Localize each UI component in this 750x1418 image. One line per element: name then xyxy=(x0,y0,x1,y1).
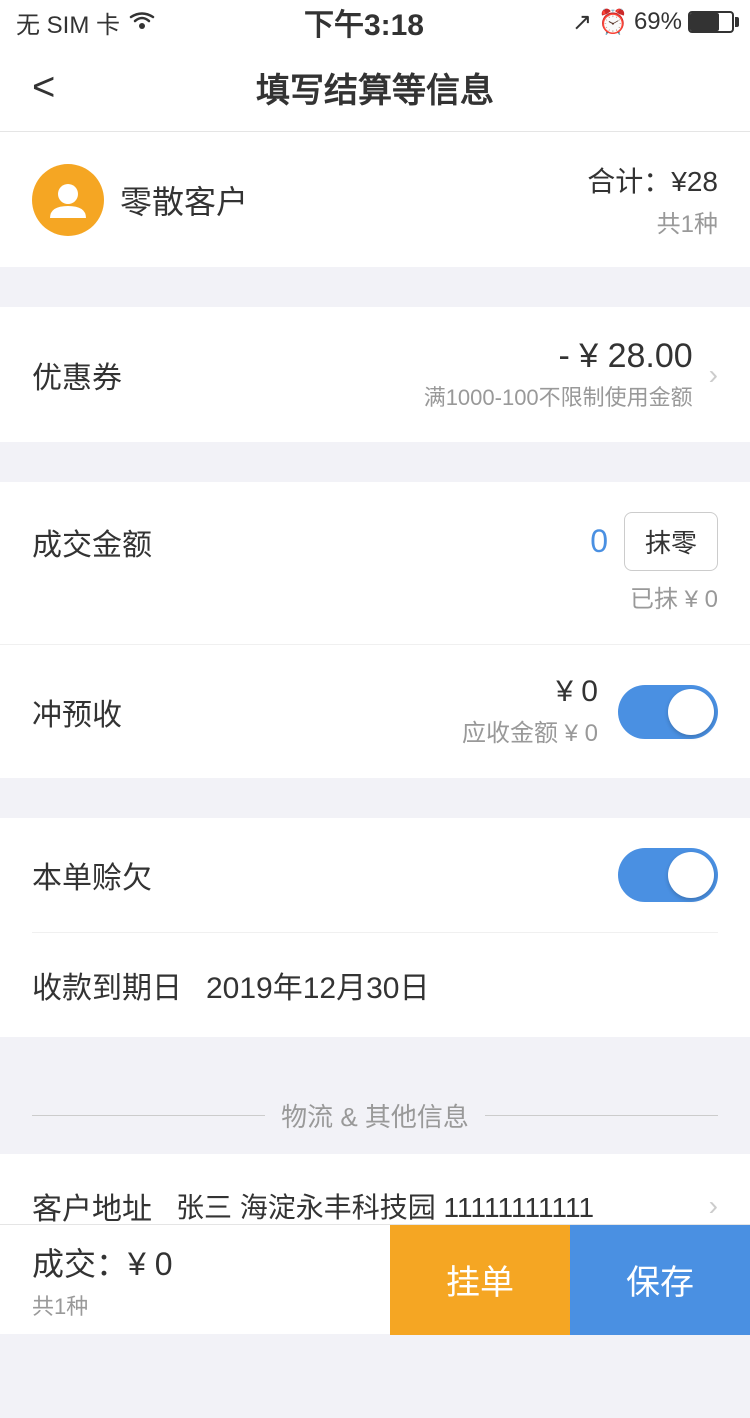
deal-amount-row: 成交金额 抹零 已抹 ¥ 0 xyxy=(0,482,750,645)
battery-icon xyxy=(688,11,734,33)
address-content: 张三 海淀永丰科技园 11111111111 xyxy=(176,1186,709,1226)
back-button[interactable]: < xyxy=(32,57,71,118)
header-line-left xyxy=(32,1115,265,1116)
she-qian-toggle[interactable] xyxy=(618,848,718,902)
chong-toggle[interactable] xyxy=(618,685,718,739)
chong-label: 冲预收 xyxy=(32,690,122,734)
bottom-deal-label: 成交： xyxy=(32,1246,128,1282)
status-bar: 无 SIM 卡 下午3:18 ↗ ⏰ 69% xyxy=(0,0,750,44)
save-button[interactable]: 保存 xyxy=(570,1225,750,1335)
customer-total: 合计：¥28 xyxy=(587,160,718,200)
customer-count: 共1种 xyxy=(587,204,718,239)
address-label: 客户地址 xyxy=(32,1184,152,1228)
status-time: 下午3:18 xyxy=(304,0,424,44)
coupon-card: 优惠券 - ¥ 28.00 满1000-100不限制使用金额 › xyxy=(0,307,750,442)
bottom-deal-value: ¥ 0 xyxy=(128,1246,172,1282)
she-qian-toggle-thumb xyxy=(668,852,714,898)
coupon-value-block: - ¥ 28.00 满1000-100不限制使用金额 xyxy=(424,337,693,412)
coupon-chevron: › xyxy=(709,359,718,391)
customer-card: 零散客户 合计：¥28 共1种 xyxy=(0,132,750,267)
due-date-row: 收款到期日 2019年12月30日 xyxy=(0,933,750,1037)
location-icon: ↗ xyxy=(572,8,592,37)
battery-percent: 69% xyxy=(634,8,682,36)
separator-2 xyxy=(0,462,750,482)
customer-avatar xyxy=(32,164,104,236)
wifi-icon xyxy=(128,8,156,37)
customer-name: 零散客户 xyxy=(120,177,248,223)
coupon-row[interactable]: 优惠券 - ¥ 28.00 满1000-100不限制使用金额 › xyxy=(0,307,750,442)
coupon-amount: - ¥ 28.00 xyxy=(424,337,693,376)
separator-1 xyxy=(0,287,750,307)
separator-4 xyxy=(0,1057,750,1077)
customer-right: 合计：¥28 共1种 xyxy=(587,160,718,239)
bottom-info: 成交：¥ 0 共1种 xyxy=(0,1239,390,1321)
erase-button[interactable]: 抹零 xyxy=(624,512,718,571)
customer-row: 零散客户 合计：¥28 共1种 xyxy=(0,132,750,267)
chong-amount: ¥ 0 xyxy=(462,675,598,709)
separator-3 xyxy=(0,798,750,818)
bottom-deal-text: 成交：¥ 0 xyxy=(32,1239,358,1285)
deal-amount-input[interactable] xyxy=(488,523,608,560)
coupon-right: - ¥ 28.00 满1000-100不限制使用金额 › xyxy=(424,337,718,412)
due-date-value: 2019年12月30日 xyxy=(206,963,429,1007)
chong-value-block: ¥ 0 应收金额 ¥ 0 xyxy=(462,675,598,748)
logistics-section-header: 物流 & 其他信息 xyxy=(0,1077,750,1154)
header-line-right xyxy=(485,1115,718,1116)
deal-amount-label: 成交金额 xyxy=(32,520,152,564)
customer-left: 零散客户 xyxy=(32,164,248,236)
status-left: 无 SIM 卡 xyxy=(16,5,156,40)
nav-title: 填写结算等信息 xyxy=(256,63,494,112)
bottom-count: 共1种 xyxy=(32,1289,358,1321)
nav-bar: < 填写结算等信息 xyxy=(0,44,750,132)
no-sim-text: 无 SIM 卡 xyxy=(16,5,120,40)
due-date-label: 收款到期日 xyxy=(32,963,182,1007)
she-qian-label: 本单赊欠 xyxy=(32,853,152,897)
chong-sub: 应收金额 ¥ 0 xyxy=(462,713,598,748)
chong-toggle-thumb xyxy=(668,689,714,735)
alarm-icon: ⏰ xyxy=(598,8,628,37)
status-right: ↗ ⏰ 69% xyxy=(572,8,734,37)
chong-yushou-row: 冲预收 ¥ 0 应收金额 ¥ 0 xyxy=(0,645,750,778)
she-qian-card: 本单赊欠 收款到期日 2019年12月30日 xyxy=(0,818,750,1037)
bottom-bar: 成交：¥ 0 共1种 挂单 保存 xyxy=(0,1224,750,1334)
she-qian-row: 本单赊欠 xyxy=(0,818,750,932)
coupon-label: 优惠券 xyxy=(32,353,122,397)
hang-button[interactable]: 挂单 xyxy=(390,1225,570,1335)
logistics-header-text: 物流 & 其他信息 xyxy=(281,1097,469,1134)
deal-card: 成交金额 抹零 已抹 ¥ 0 冲预收 ¥ 0 应收金额 ¥ 0 xyxy=(0,482,750,778)
coupon-desc: 满1000-100不限制使用金额 xyxy=(424,380,693,412)
address-chevron: › xyxy=(709,1190,718,1222)
yi-mo-text: 已抹 ¥ 0 xyxy=(630,586,718,613)
